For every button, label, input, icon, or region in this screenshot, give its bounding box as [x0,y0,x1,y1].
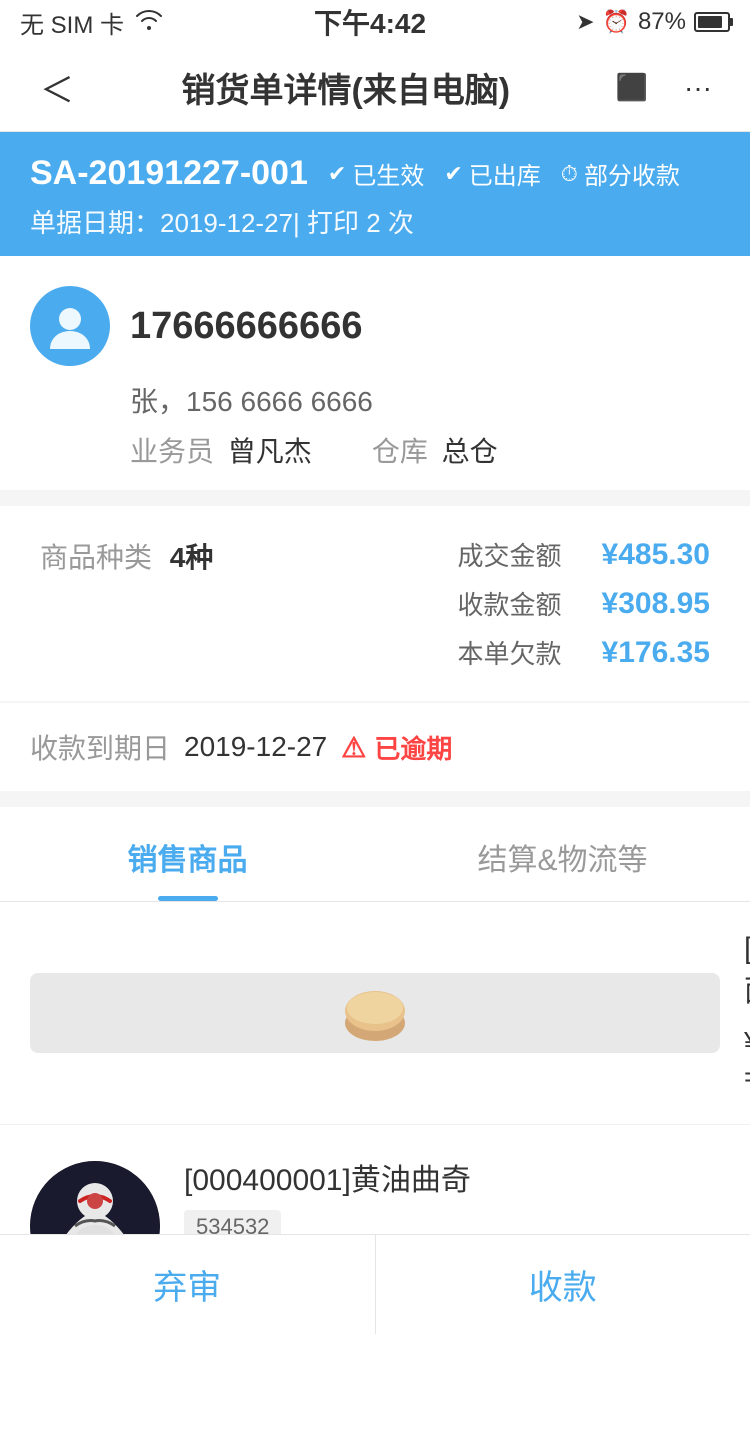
location-icon: ➤ [576,9,594,35]
check-icon-active: ✔ [328,161,346,187]
collect-button[interactable]: 收款 [376,1235,750,1334]
received-value: ¥308.95 [602,587,710,621]
products-section: [0000002]面包 ¥40 x 5袋 = ¥199.99 shopped w… [0,902,750,1447]
product-item-1: [0000002]面包 ¥40 x 5袋 = ¥199.99 [0,902,750,1125]
warning-icon: ⚠ [341,731,366,764]
amount-value: ¥485.30 [602,538,710,572]
sales-name: 曾凡杰 [228,436,312,467]
product-name-1: [0000002]面包 [744,932,750,1010]
carrier-text: 无 SIM 卡 [20,5,124,40]
tab-settlement[interactable]: 结算&物流等 [375,807,750,901]
amount-row-1: 成交金额 ¥485.30 [458,536,710,573]
customer-section: 17666666666 张，156 6666 6666 业务员 曾凡杰 仓库 总… [0,256,750,490]
wifi-icon [134,8,164,37]
due-value: ¥176.35 [602,636,710,670]
warehouse-label: 仓库 [372,436,428,467]
due-date-label: 收款到期日 [30,727,170,767]
product-name-2: [000400001]黄油曲奇 [184,1155,720,1199]
overdue-label: 已逾期 [374,729,452,766]
bottom-bar: 弃审 收款 [0,1234,750,1334]
customer-name-phone: 张，156 6666 6666 [130,380,720,420]
amount-label: 成交金额 [458,536,562,573]
avatar [30,286,110,366]
tabs-row: 销售商品 结算&物流等 [0,807,750,901]
alarm-icon: ⏰ [603,9,630,35]
stats-left: 商品种类 4种 [40,536,213,576]
share-button[interactable]: ⬛ [608,64,656,111]
warehouse-name: 总仓 [442,436,498,467]
check-icon-shipped: ✔ [444,161,462,187]
product-info-1: [0000002]面包 ¥40 x 5袋 = ¥199.99 [744,932,750,1094]
tab-products[interactable]: 销售商品 [0,807,375,901]
tabs-section: 销售商品 结算&物流等 [0,807,750,902]
amount-row-2: 收款金额 ¥308.95 [458,585,710,622]
stats-right: 成交金额 ¥485.30 收款金额 ¥308.95 本单欠款 ¥176.35 [458,536,710,671]
more-button[interactable]: ··· [676,64,720,112]
product-price-1: ¥40 x 5袋 = ¥199.99 [744,1020,750,1094]
status-right: ➤ ⏰ 87% [576,8,730,36]
product-image-1 [30,973,720,1053]
battery-icon [694,12,730,32]
due-label: 本单欠款 [458,634,562,671]
order-header: SA-20191227-001 ✔ 已生效 ✔ 已出库 ⏱ 部分收款 单据日期：… [0,132,750,256]
customer-meta: 业务员 曾凡杰 仓库 总仓 [130,430,720,470]
status-shipped: ✔ 已出库 [444,156,540,191]
back-button[interactable]: ＜ [30,53,84,122]
order-id: SA-20191227-001 [30,154,308,193]
stats-section: 商品种类 4种 成交金额 ¥485.30 收款金额 ¥308.95 本单欠款 ¥… [0,506,750,701]
order-date-row: 单据日期：2019-12-27| 打印 2 次 [30,203,720,240]
nav-actions: ⬛ ··· [608,64,720,112]
due-date-section: 收款到期日 2019-12-27 ⚠ 已逾期 [0,703,750,791]
status-bar: 无 SIM 卡 下午4:42 ➤ ⏰ 87% [0,0,750,44]
divider-1 [0,490,750,506]
customer-phone: 17666666666 [130,305,362,348]
status-active: ✔ 已生效 [328,156,424,191]
category-item: 商品种类 4种 [40,536,213,576]
due-date-value: 2019-12-27 [184,731,327,763]
overdue-badge: ⚠ 已逾期 [341,729,452,766]
nav-bar: ＜ 销货单详情(来自电脑) ⬛ ··· [0,44,750,132]
battery-text: 87% [638,8,686,36]
status-partial: ⏱ 部分收款 [561,156,680,191]
status-left: 无 SIM 卡 [20,5,164,40]
cancel-button[interactable]: 弃审 [0,1235,376,1334]
clock-icon: ⏱ [561,161,578,187]
sales-label: 业务员 [130,436,214,467]
time-display: 下午4:42 [314,2,426,42]
page-title: 销货单详情(来自电脑) [181,63,510,112]
amount-row-3: 本单欠款 ¥176.35 [458,634,710,671]
received-label: 收款金额 [458,585,562,622]
